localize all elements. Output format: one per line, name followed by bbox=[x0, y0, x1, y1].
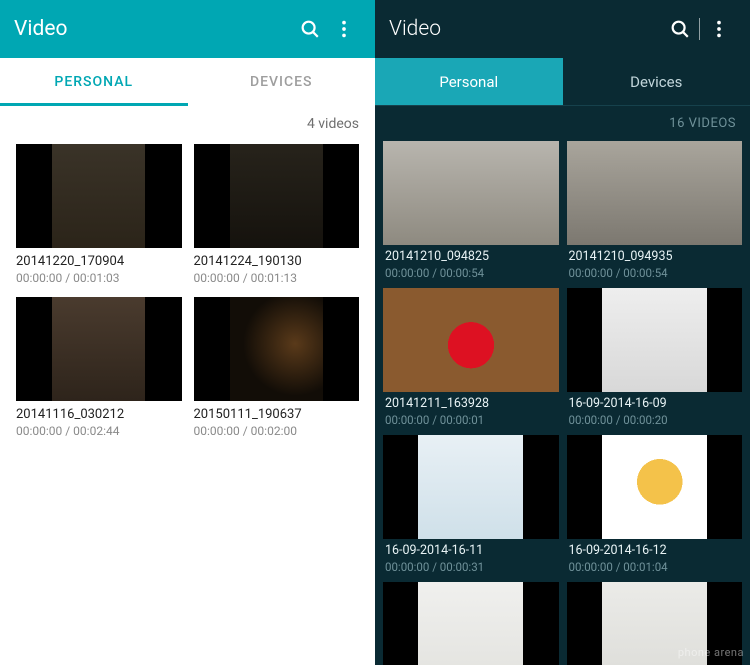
video-name: 20141116_030212 bbox=[16, 407, 182, 422]
video-thumbnail bbox=[16, 297, 182, 401]
left-pane: Video PERSONAL DEVICES 4 videos 20141220… bbox=[0, 0, 375, 665]
video-thumbnail bbox=[383, 435, 559, 539]
tab-personal[interactable]: Personal bbox=[375, 58, 563, 106]
video-item[interactable] bbox=[563, 578, 747, 665]
search-icon[interactable] bbox=[293, 12, 327, 46]
video-item[interactable]: 20141210_094935 00:00:00 / 00:00:54 bbox=[563, 137, 747, 284]
more-options-icon[interactable] bbox=[702, 12, 736, 46]
video-item[interactable]: 20150111_190637 00:00:00 / 00:02:00 bbox=[188, 291, 366, 444]
more-options-icon[interactable] bbox=[327, 12, 361, 46]
tab-devices[interactable]: DEVICES bbox=[188, 58, 376, 106]
video-item[interactable]: 20141116_030212 00:00:00 / 00:02:44 bbox=[10, 291, 188, 444]
video-name: 20150111_190637 bbox=[194, 407, 360, 422]
video-count: 16 VIDEOS bbox=[375, 106, 750, 137]
video-time: 00:00:00 / 00:01:04 bbox=[567, 560, 743, 574]
tab-devices[interactable]: Devices bbox=[563, 58, 750, 106]
video-time: 00:00:00 / 00:00:54 bbox=[383, 266, 559, 280]
video-thumbnail bbox=[383, 582, 559, 665]
video-time: 00:00:00 / 00:00:54 bbox=[567, 266, 743, 280]
video-thumbnail bbox=[567, 141, 743, 245]
video-name: 16-09-2014-16-11 bbox=[383, 543, 559, 558]
video-thumbnail bbox=[194, 297, 360, 401]
video-time: 00:00:00 / 00:00:01 bbox=[383, 413, 559, 427]
video-name: 20141220_170904 bbox=[16, 254, 182, 269]
video-item[interactable]: 20141211_163928 00:00:00 / 00:00:01 bbox=[379, 284, 563, 431]
video-thumbnail bbox=[567, 435, 743, 539]
search-icon[interactable] bbox=[663, 12, 697, 46]
divider bbox=[699, 18, 700, 40]
video-item[interactable]: 20141210_094825 00:00:00 / 00:00:54 bbox=[379, 137, 563, 284]
video-name: 20141210_094935 bbox=[567, 249, 743, 264]
header-left: Video bbox=[0, 0, 375, 58]
header-right: Video bbox=[375, 0, 750, 58]
tabs-left: PERSONAL DEVICES bbox=[0, 58, 375, 106]
right-pane: Video Personal Devices 16 VIDEOS 2014121… bbox=[375, 0, 750, 665]
video-name: 20141210_094825 bbox=[383, 249, 559, 264]
app-title: Video bbox=[389, 17, 663, 41]
video-count: 4 videos bbox=[0, 106, 375, 138]
video-thumbnail bbox=[16, 144, 182, 248]
video-thumbnail bbox=[567, 288, 743, 392]
video-grid-right: 20141210_094825 00:00:00 / 00:00:54 2014… bbox=[375, 137, 750, 665]
video-time: 00:00:00 / 00:00:20 bbox=[567, 413, 743, 427]
video-item[interactable]: 20141224_190130 00:00:00 / 00:01:13 bbox=[188, 138, 366, 291]
video-item[interactable] bbox=[379, 578, 563, 665]
video-time: 00:00:00 / 00:02:00 bbox=[194, 424, 360, 438]
video-name: 20141211_163928 bbox=[383, 396, 559, 411]
video-item[interactable]: 20141220_170904 00:00:00 / 00:01:03 bbox=[10, 138, 188, 291]
video-time: 00:00:00 / 00:01:13 bbox=[194, 271, 360, 285]
video-time: 00:00:00 / 00:01:03 bbox=[16, 271, 182, 285]
video-time: 00:00:00 / 00:02:44 bbox=[16, 424, 182, 438]
app-title: Video bbox=[14, 17, 293, 41]
video-thumbnail bbox=[194, 144, 360, 248]
tabs-right: Personal Devices bbox=[375, 58, 750, 106]
video-thumbnail bbox=[567, 582, 743, 665]
video-item[interactable]: 16-09-2014-16-12 00:00:00 / 00:01:04 bbox=[563, 431, 747, 578]
video-item[interactable]: 16-09-2014-16-11 00:00:00 / 00:00:31 bbox=[379, 431, 563, 578]
video-grid-left: 20141220_170904 00:00:00 / 00:01:03 2014… bbox=[0, 138, 375, 444]
video-thumbnail bbox=[383, 141, 559, 245]
video-name: 16-09-2014-16-09 bbox=[567, 396, 743, 411]
video-name: 20141224_190130 bbox=[194, 254, 360, 269]
video-item[interactable]: 16-09-2014-16-09 00:00:00 / 00:00:20 bbox=[563, 284, 747, 431]
video-time: 00:00:00 / 00:00:31 bbox=[383, 560, 559, 574]
tab-personal[interactable]: PERSONAL bbox=[0, 58, 188, 106]
video-thumbnail bbox=[383, 288, 559, 392]
video-name: 16-09-2014-16-12 bbox=[567, 543, 743, 558]
